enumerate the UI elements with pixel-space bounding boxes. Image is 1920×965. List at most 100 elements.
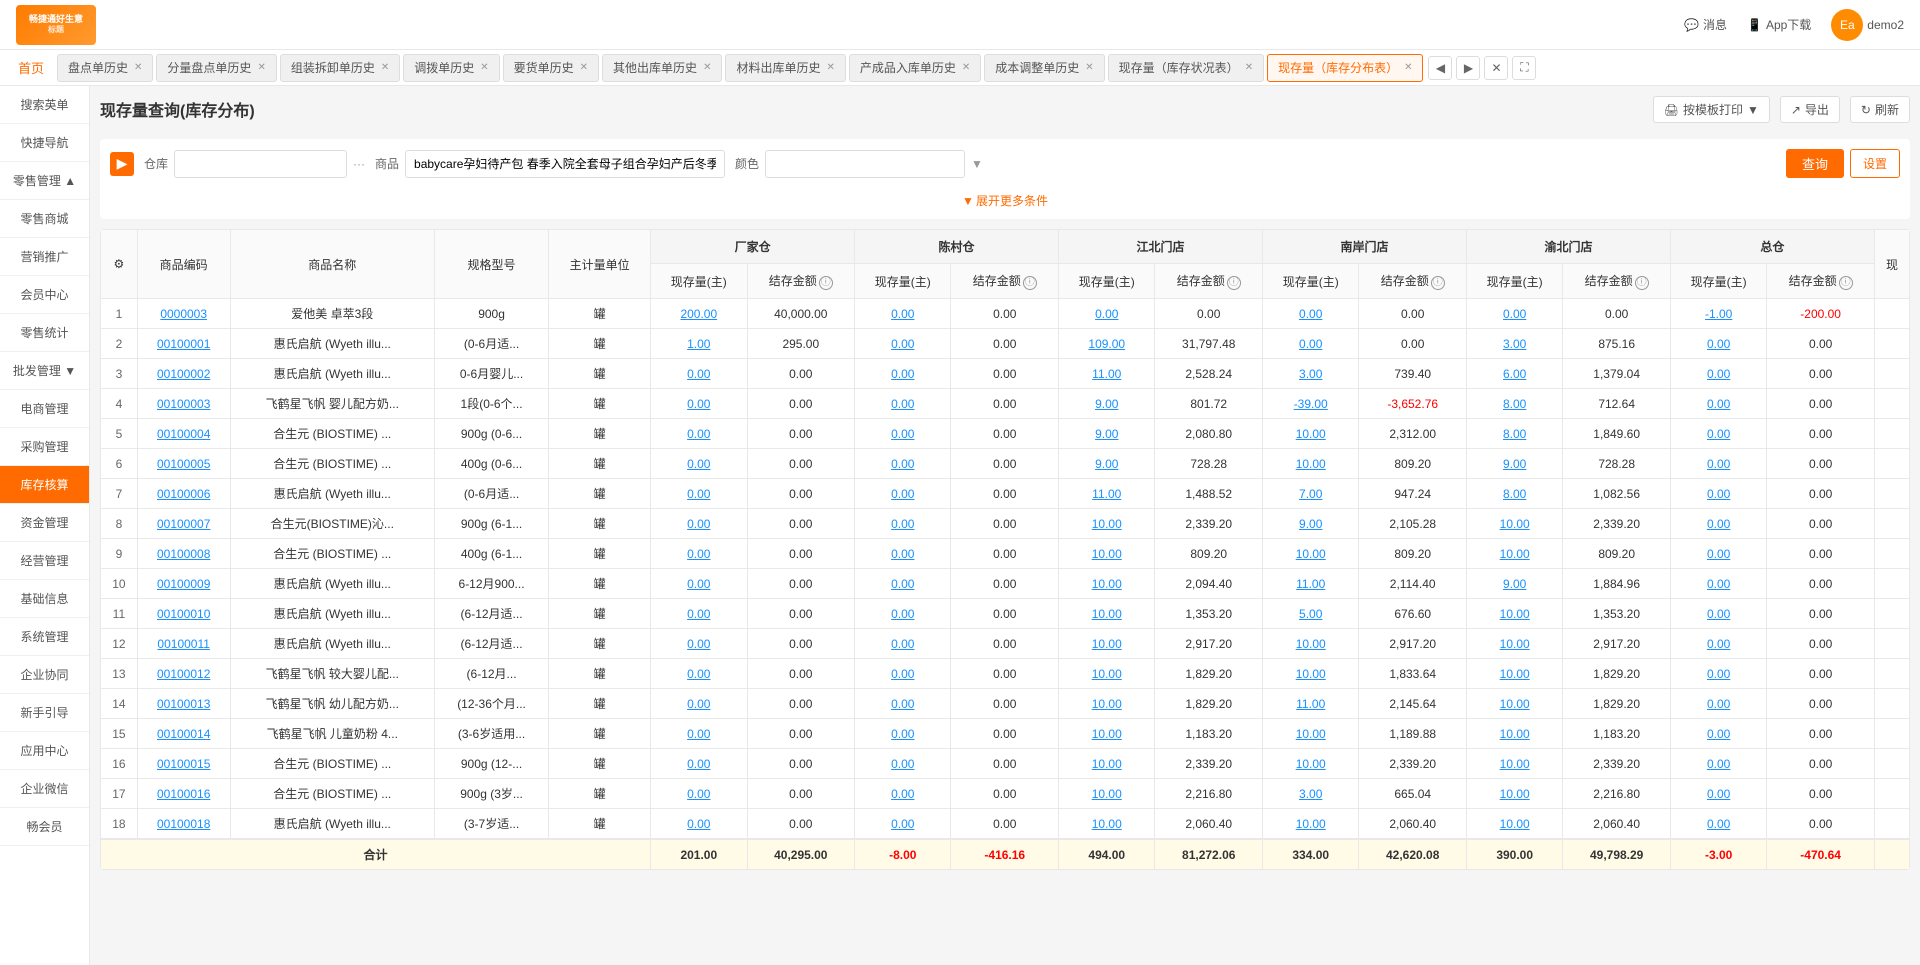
cell-yubeimen-qty[interactable]: 10.00 [1466,539,1562,569]
sidebar-item-ecom[interactable]: 电商管理 [0,390,89,428]
cell-total-qty[interactable]: 0.00 [1670,539,1766,569]
jiangbei-amt-info-icon[interactable]: ⓘ [1227,276,1241,290]
cell-factory-qty[interactable]: 0.00 [651,479,747,509]
app-download-btn[interactable]: 📱 App下载 [1747,16,1811,33]
close-tab-productin[interactable]: ✕ [962,62,970,73]
tab-transfer[interactable]: 调拨单历史 ✕ [403,54,499,82]
cell-factory-qty[interactable]: 0.00 [651,629,747,659]
tab-productin[interactable]: 产成品入库单历史 ✕ [849,54,981,82]
tab-expand-btn[interactable]: ⛶ [1512,56,1536,80]
cell-total-qty[interactable]: 0.00 [1670,449,1766,479]
tab-costadjust[interactable]: 成本调整单历史 ✕ [984,54,1104,82]
print-btn[interactable]: 🖨 按模板打印 ▼ [1653,96,1770,123]
cell-nanan-qty[interactable]: 10.00 [1263,449,1359,479]
cell-code[interactable]: 00100007 [137,509,230,539]
cell-chenmen-qty[interactable]: 0.00 [855,569,951,599]
cell-yubeimen-qty[interactable]: 10.00 [1466,509,1562,539]
tab-next-btn[interactable]: ▶ [1456,56,1480,80]
export-btn[interactable]: ↗ 导出 [1780,96,1840,123]
cell-yubeimen-qty[interactable]: 9.00 [1466,449,1562,479]
tab-combo[interactable]: 组装拆卸单历史 ✕ [280,54,400,82]
sidebar-item-basic[interactable]: 基础信息 [0,580,89,618]
close-tab-stocklist[interactable]: ✕ [134,62,142,73]
sidebar-item-operation[interactable]: 经营管理 [0,542,89,580]
close-tab-otherout[interactable]: ✕ [703,62,711,73]
cell-total-qty[interactable]: 0.00 [1670,329,1766,359]
expand-more-btn[interactable]: ▼ 展开更多条件 [110,192,1900,209]
cell-factory-qty[interactable]: 0.00 [651,779,747,809]
tab-substock[interactable]: 分量盘点单历史 ✕ [156,54,276,82]
cell-total-qty[interactable]: 0.00 [1670,719,1766,749]
cell-yubeimen-qty[interactable]: 6.00 [1466,359,1562,389]
cell-nanan-qty[interactable]: 10.00 [1263,809,1359,840]
cell-jiangbei-qty[interactable]: 11.00 [1059,359,1155,389]
cell-jiangbei-qty[interactable]: 0.00 [1059,299,1155,329]
cell-yubeimen-qty[interactable]: 8.00 [1466,389,1562,419]
cell-factory-qty[interactable]: 0.00 [651,449,747,479]
chenmen-amt-info-icon[interactable]: ⓘ [1023,276,1037,290]
cell-nanan-qty[interactable]: 10.00 [1263,719,1359,749]
cell-nanan-qty[interactable]: 7.00 [1263,479,1359,509]
sidebar-item-marketing[interactable]: 营销推广 [0,238,89,276]
sidebar-item-purchase[interactable]: 采购管理 [0,428,89,466]
cell-yubeimen-qty[interactable]: 10.00 [1466,689,1562,719]
cell-total-qty[interactable]: 0.00 [1670,809,1766,840]
cell-yubeimen-qty[interactable]: 10.00 [1466,659,1562,689]
cell-code[interactable]: 00100013 [137,689,230,719]
cell-total-qty[interactable]: 0.00 [1670,569,1766,599]
cell-nanan-qty[interactable]: 10.00 [1263,539,1359,569]
close-tab-purchase[interactable]: ✕ [580,62,588,73]
cell-jiangbei-qty[interactable]: 10.00 [1059,509,1155,539]
cell-code[interactable]: 00100002 [137,359,230,389]
refresh-btn[interactable]: ↻ 刷新 [1850,96,1910,123]
product-input[interactable] [405,150,725,178]
cell-factory-qty[interactable]: 0.00 [651,569,747,599]
total-amt-info-icon[interactable]: ⓘ [1839,276,1853,290]
message-btn[interactable]: 💬 消息 [1684,16,1727,33]
cell-chenmen-qty[interactable]: 0.00 [855,809,951,840]
cell-code[interactable]: 00100008 [137,539,230,569]
sidebar-item-search[interactable]: 搜索英单 [0,86,89,124]
cell-jiangbei-qty[interactable]: 9.00 [1059,389,1155,419]
cell-nanan-qty[interactable]: 10.00 [1263,419,1359,449]
sidebar-item-quicknav[interactable]: 快捷导航 [0,124,89,162]
cell-jiangbei-qty[interactable]: 10.00 [1059,779,1155,809]
cell-jiangbei-qty[interactable]: 9.00 [1059,419,1155,449]
tab-stockcurrent[interactable]: 现存量（库存状况表） ✕ [1108,54,1264,82]
cell-yubeimen-qty[interactable]: 9.00 [1466,569,1562,599]
cell-chenmen-qty[interactable]: 0.00 [855,659,951,689]
cell-nanan-qty[interactable]: 11.00 [1263,569,1359,599]
cell-code[interactable]: 00100011 [137,629,230,659]
cell-total-qty[interactable]: 0.00 [1670,479,1766,509]
tab-stocklist[interactable]: 盘点单历史 ✕ [57,54,153,82]
cell-code[interactable]: 00100015 [137,749,230,779]
cell-chenmen-qty[interactable]: 0.00 [855,689,951,719]
close-tab-combo[interactable]: ✕ [381,62,389,73]
cell-chenmen-qty[interactable]: 0.00 [855,329,951,359]
cell-chenmen-qty[interactable]: 0.00 [855,299,951,329]
tab-stockdist[interactable]: 现存量（库存分布表） ✕ [1267,54,1423,82]
cell-factory-qty[interactable]: 0.00 [651,659,747,689]
sidebar-item-system[interactable]: 系统管理 [0,618,89,656]
cell-chenmen-qty[interactable]: 0.00 [855,539,951,569]
tab-home[interactable]: 首页 [8,54,54,82]
user-profile[interactable]: Ea demo2 [1831,9,1904,41]
tab-purchase[interactable]: 要货单历史 ✕ [503,54,599,82]
color-input[interactable] [765,150,965,178]
cell-total-qty[interactable]: -1.00 [1670,299,1766,329]
sidebar-item-retailshop[interactable]: 零售商城 [0,200,89,238]
cell-nanan-qty[interactable]: 10.00 [1263,629,1359,659]
cell-chenmen-qty[interactable]: 0.00 [855,449,951,479]
tab-materialout[interactable]: 材料出库单历史 ✕ [725,54,845,82]
cell-factory-qty[interactable]: 0.00 [651,809,747,840]
cell-jiangbei-qty[interactable]: 10.00 [1059,689,1155,719]
cell-chenmen-qty[interactable]: 0.00 [855,749,951,779]
nanan-amt-info-icon[interactable]: ⓘ [1431,276,1445,290]
color-dropdown-icon[interactable]: ▼ [971,157,983,171]
cell-code[interactable]: 00100014 [137,719,230,749]
cell-nanan-qty[interactable]: 0.00 [1263,329,1359,359]
cell-jiangbei-qty[interactable]: 10.00 [1059,659,1155,689]
cell-factory-qty[interactable]: 0.00 [651,599,747,629]
cell-nanan-qty[interactable]: 3.00 [1263,779,1359,809]
setting-btn[interactable]: 设置 [1850,149,1900,178]
